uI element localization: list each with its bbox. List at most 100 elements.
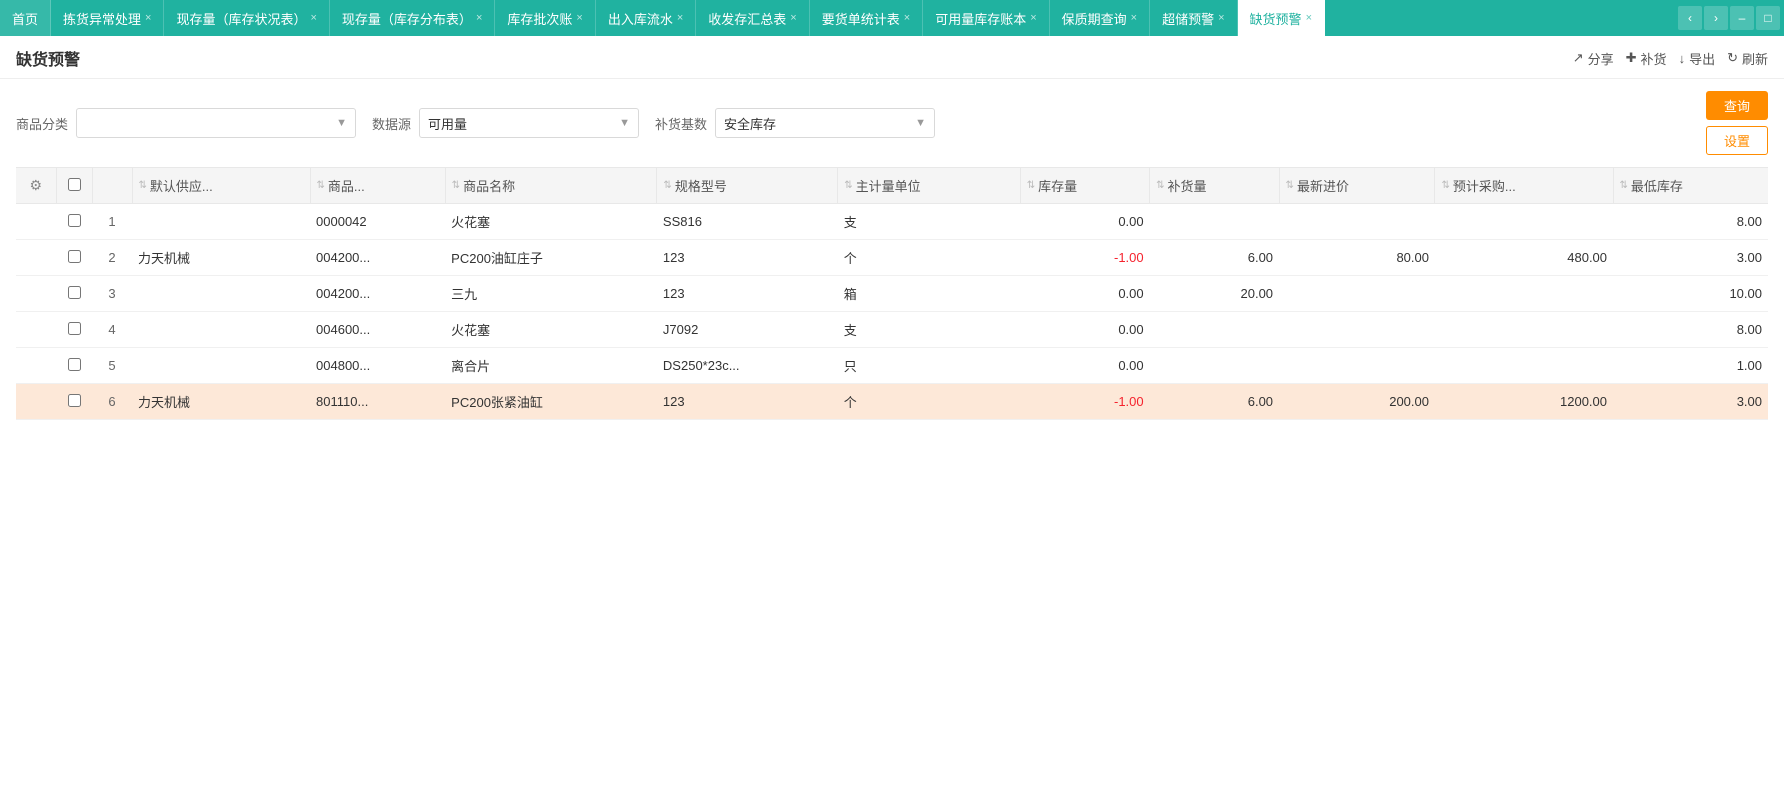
row-spec-3: J7092: [657, 312, 838, 348]
row-replenish_qty-4: [1150, 348, 1279, 384]
tab-close-10[interactable]: ×: [1218, 12, 1224, 24]
category-filter-group: 商品分类 ▼: [16, 108, 356, 138]
datasource-select[interactable]: 可用量 ▼: [419, 108, 639, 138]
tab-minimize-button[interactable]: –: [1730, 6, 1754, 30]
col-header-default_supplier[interactable]: ⇅默认供应...: [132, 168, 310, 204]
table-container: ⚙⇅默认供应...⇅商品...⇅商品名称⇅规格型号⇅主计量单位⇅库存量⇅补货量⇅…: [0, 167, 1784, 420]
row-default_supplier-2: [132, 276, 310, 312]
row-latest_price-3: [1279, 312, 1435, 348]
settings-button[interactable]: 设置: [1706, 126, 1768, 155]
tab-close-5[interactable]: ×: [677, 12, 683, 24]
col-header-goods_code[interactable]: ⇅商品...: [310, 168, 445, 204]
row-spec-5: 123: [657, 384, 838, 420]
col-header-goods_name[interactable]: ⇅商品名称: [445, 168, 657, 204]
replenish-base-select[interactable]: 安全库存 ▼: [715, 108, 935, 138]
tab-label-2: 现存量（库存状况表）: [176, 9, 306, 28]
tab-close-6[interactable]: ×: [790, 12, 796, 24]
tab-next-button[interactable]: ›: [1704, 6, 1728, 30]
row-checkbox-cell-5: [56, 384, 92, 420]
category-select[interactable]: ▼: [76, 108, 356, 138]
replenish-icon: ✚: [1626, 50, 1637, 66]
replenish-button[interactable]: ✚ 补货: [1626, 49, 1667, 68]
tab-close-7[interactable]: ×: [904, 12, 910, 24]
tab-close-11[interactable]: ×: [1306, 12, 1312, 24]
row-checkbox-2[interactable]: [68, 286, 81, 299]
row-unit-2: 箱: [838, 276, 1020, 312]
row-latest_price-0: [1279, 204, 1435, 240]
tab-item-8[interactable]: 可用量库存账本 ×: [923, 0, 1049, 36]
row-min_stock-1: 3.00: [1613, 240, 1768, 276]
row-spec-1: 123: [657, 240, 838, 276]
tab-item-5[interactable]: 出入库流水 ×: [596, 0, 696, 36]
tab-item-2[interactable]: 现存量（库存状况表） ×: [164, 0, 329, 36]
col-header-spec[interactable]: ⇅规格型号: [657, 168, 838, 204]
row-settings-1: [16, 240, 56, 276]
row-settings-0: [16, 204, 56, 240]
tab-prev-button[interactable]: ‹: [1678, 6, 1702, 30]
row-est_purchase-5: 1200.00: [1435, 384, 1613, 420]
row-settings-5: [16, 384, 56, 420]
col-header-unit[interactable]: ⇅主计量单位: [838, 168, 1020, 204]
query-button[interactable]: 查询: [1706, 91, 1768, 120]
table-row: 3004200...三九123箱0.0020.0010.00: [16, 276, 1768, 312]
table-row: 6力天机械801110...PC200张紧油缸123个-1.006.00200.…: [16, 384, 1768, 420]
share-icon: ↗: [1573, 50, 1584, 66]
share-button[interactable]: ↗ 分享: [1573, 49, 1614, 68]
col-header-stock[interactable]: ⇅库存量: [1020, 168, 1149, 204]
tab-item-10[interactable]: 超储预警 ×: [1150, 0, 1237, 36]
datasource-filter-group: 数据源 可用量 ▼: [372, 108, 639, 138]
row-checkbox-4[interactable]: [68, 358, 81, 371]
row-checkbox-5[interactable]: [68, 394, 81, 407]
tab-item-6[interactable]: 收发存汇总表 ×: [696, 0, 809, 36]
tab-item-9[interactable]: 保质期查询 ×: [1050, 0, 1150, 36]
tab-close-1[interactable]: ×: [145, 12, 151, 24]
category-label: 商品分类: [16, 114, 68, 133]
tab-item-0[interactable]: 首页: [0, 0, 51, 36]
row-est_purchase-4: [1435, 348, 1613, 384]
row-num-5: 6: [92, 384, 132, 420]
row-min_stock-3: 8.00: [1613, 312, 1768, 348]
row-num-3: 4: [92, 312, 132, 348]
col-header-est_purchase[interactable]: ⇅预计采购...: [1435, 168, 1613, 204]
tab-label-10: 超储预警: [1162, 9, 1214, 28]
tab-bar: 首页拣货异常处理 ×现存量（库存状况表） ×现存量（库存分布表） ×库存批次账 …: [0, 0, 1784, 36]
col-header-min_stock[interactable]: ⇅最低库存: [1613, 168, 1768, 204]
tab-close-8[interactable]: ×: [1030, 12, 1036, 24]
row-est_purchase-3: [1435, 312, 1613, 348]
row-checkbox-0[interactable]: [68, 214, 81, 227]
tab-maximize-button[interactable]: □: [1756, 6, 1780, 30]
tab-item-7[interactable]: 要货单统计表 ×: [810, 0, 923, 36]
tab-item-3[interactable]: 现存量（库存分布表） ×: [330, 0, 495, 36]
gear-icon[interactable]: ⚙: [29, 177, 42, 193]
row-unit-3: 支: [838, 312, 1020, 348]
row-spec-4: DS250*23c...: [657, 348, 838, 384]
refresh-button[interactable]: ↻ 刷新: [1727, 49, 1768, 68]
sort-icon-goods_code: ⇅: [317, 180, 325, 191]
tab-item-1[interactable]: 拣货异常处理 ×: [51, 0, 164, 36]
select-all-checkbox[interactable]: [68, 178, 81, 191]
row-replenish_qty-5: 6.00: [1150, 384, 1279, 420]
tab-close-9[interactable]: ×: [1131, 12, 1137, 24]
row-settings-2: [16, 276, 56, 312]
tab-close-2[interactable]: ×: [310, 12, 316, 24]
col-header-replenish_qty[interactable]: ⇅补货量: [1150, 168, 1279, 204]
row-checkbox-3[interactable]: [68, 322, 81, 335]
tab-item-11[interactable]: 缺货预警 ×: [1238, 0, 1325, 36]
tab-label-7: 要货单统计表: [822, 9, 900, 28]
tab-close-3[interactable]: ×: [476, 12, 482, 24]
row-stock-3: 0.00: [1020, 312, 1149, 348]
export-button[interactable]: ↓ 导出: [1679, 49, 1716, 68]
row-checkbox-cell-3: [56, 312, 92, 348]
tab-item-4[interactable]: 库存批次账 ×: [495, 0, 595, 36]
col-header-latest_price[interactable]: ⇅最新进价: [1279, 168, 1435, 204]
col-label-goods_code: 商品...: [328, 176, 365, 195]
row-checkbox-1[interactable]: [68, 250, 81, 263]
col-label-spec: 规格型号: [675, 176, 727, 195]
col-header-num: [92, 168, 132, 204]
tab-close-4[interactable]: ×: [576, 12, 582, 24]
row-checkbox-cell-0: [56, 204, 92, 240]
row-unit-4: 只: [838, 348, 1020, 384]
row-goods_code-5: 801110...: [310, 384, 445, 420]
row-replenish_qty-2: 20.00: [1150, 276, 1279, 312]
row-stock-2: 0.00: [1020, 276, 1149, 312]
